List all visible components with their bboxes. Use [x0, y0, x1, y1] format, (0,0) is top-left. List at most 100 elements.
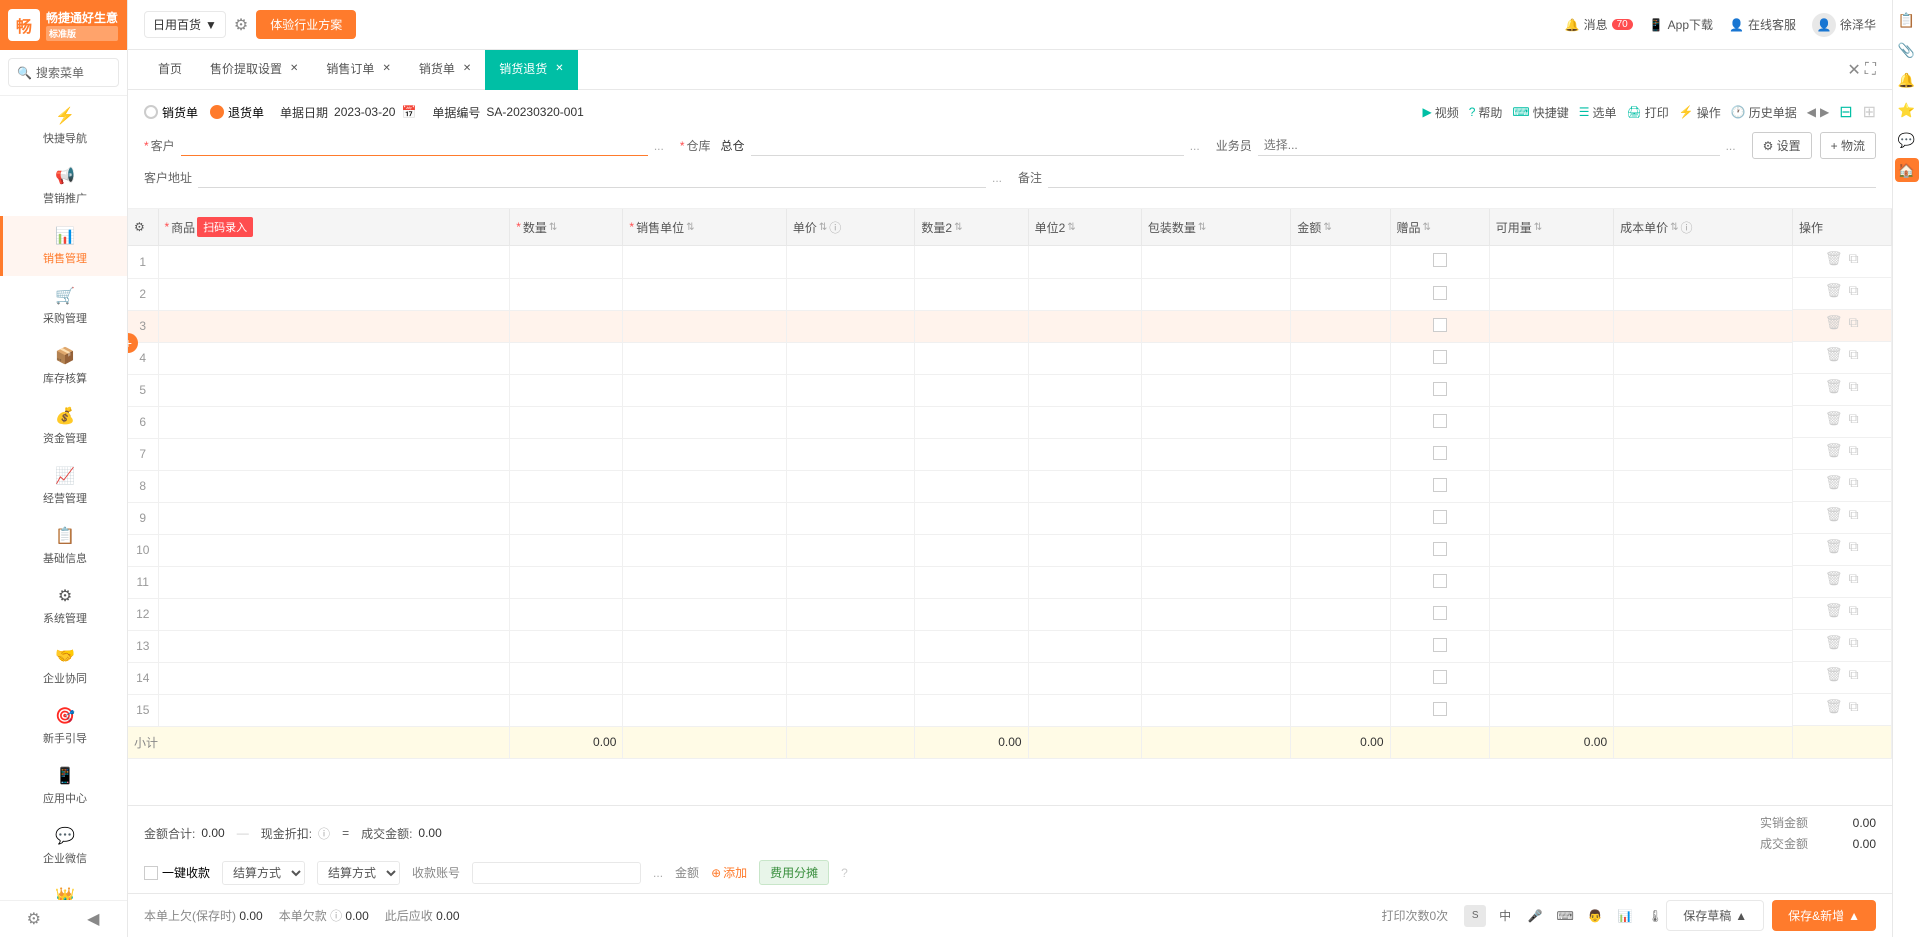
row-quantity2-2[interactable] [915, 278, 1028, 310]
row-quantity-12[interactable] [510, 598, 623, 630]
row-unit2-2[interactable] [1028, 278, 1141, 310]
copy-row-icon-13[interactable]: ⧉ [1849, 634, 1859, 657]
row-amount-6[interactable] [1291, 406, 1390, 438]
row-quantity2-4[interactable] [915, 342, 1028, 374]
row-product-3[interactable] [158, 310, 510, 342]
row-sales-unit-5[interactable] [623, 374, 786, 406]
row-available-6[interactable] [1489, 406, 1613, 438]
row-quantity-10[interactable] [510, 534, 623, 566]
row-amount-3[interactable] [1291, 310, 1390, 342]
row-gift-9[interactable] [1390, 502, 1489, 534]
radio-sales-delivery[interactable]: 销货单 [144, 104, 198, 121]
row-product-10[interactable] [158, 534, 510, 566]
close-all-tabs-button[interactable]: ✕ [1847, 60, 1860, 80]
row-quantity-4[interactable] [510, 342, 623, 374]
sidebar-item-app-center[interactable]: 📱 应用中心 [0, 756, 127, 816]
row-quantity2-15[interactable] [915, 694, 1028, 726]
sidebar-item-marketing[interactable]: 📢 营销推广 [0, 156, 127, 216]
sidebar-item-operations[interactable]: 📈 经营管理 [0, 456, 127, 516]
tool3-icon[interactable]: ⌨ [1554, 905, 1576, 927]
row-unit2-3[interactable] [1028, 310, 1141, 342]
copy-row-icon-7[interactable]: ⧉ [1849, 442, 1859, 465]
row-product-12[interactable] [158, 598, 510, 630]
right-icon-6[interactable]: 🏠 [1895, 158, 1919, 182]
row-quantity2-13[interactable] [915, 630, 1028, 662]
row-product-8[interactable] [158, 470, 510, 502]
row-available-13[interactable] [1489, 630, 1613, 662]
sidebar-item-member[interactable]: 👑 畅会员 [0, 876, 127, 900]
checkbox-one-click-pay[interactable] [144, 866, 158, 880]
warehouse-dots[interactable]: ... [1190, 139, 1200, 153]
sougou-icon[interactable]: S [1464, 905, 1486, 927]
row-gift-3[interactable] [1390, 310, 1489, 342]
row-amount-4[interactable] [1291, 342, 1390, 374]
row-available-10[interactable] [1489, 534, 1613, 566]
delete-row-icon-15[interactable]: 🗑 [1825, 698, 1843, 721]
row-unit2-13[interactable] [1028, 630, 1141, 662]
tool2-icon[interactable]: 🎤 [1524, 905, 1546, 927]
row-unit2-15[interactable] [1028, 694, 1141, 726]
row-package-qty-8[interactable] [1141, 470, 1290, 502]
sidebar-collapse-button[interactable]: ◀ [68, 909, 120, 929]
gift-checkbox-6[interactable] [1433, 414, 1447, 428]
search-menu-button[interactable]: 🔍 搜索菜单 [8, 58, 119, 87]
row-gift-1[interactable] [1390, 246, 1489, 279]
delete-row-icon-10[interactable]: 🗑 [1825, 538, 1843, 561]
row-amount-11[interactable] [1291, 566, 1390, 598]
note-input[interactable] [1048, 167, 1876, 188]
next-history-btn[interactable]: ▶ [1820, 105, 1829, 119]
row-gift-4[interactable] [1390, 342, 1489, 374]
delete-row-icon-4[interactable]: 🗑 [1825, 346, 1843, 369]
delete-row-icon-8[interactable]: 🗑 [1825, 474, 1843, 497]
salesperson-input[interactable] [1258, 135, 1720, 156]
row-quantity-7[interactable] [510, 438, 623, 470]
sidebar-item-wechat[interactable]: 💬 企业微信 [0, 816, 127, 876]
row-unit-price-11[interactable] [786, 566, 915, 598]
row-sales-unit-14[interactable] [623, 662, 786, 694]
row-sales-unit-12[interactable] [623, 598, 786, 630]
delete-row-icon-13[interactable]: 🗑 [1825, 634, 1843, 657]
row-package-qty-1[interactable] [1141, 246, 1290, 279]
row-available-12[interactable] [1489, 598, 1613, 630]
tool1-icon[interactable]: 中 [1494, 905, 1516, 927]
row-gift-14[interactable] [1390, 662, 1489, 694]
row-product-11[interactable] [158, 566, 510, 598]
copy-row-icon-1[interactable]: ⧉ [1849, 250, 1859, 273]
row-amount-8[interactable] [1291, 470, 1390, 502]
row-amount-5[interactable] [1291, 374, 1390, 406]
gift-checkbox-7[interactable] [1433, 446, 1447, 460]
row-unit-price-1[interactable] [786, 246, 915, 279]
row-product-1[interactable] [158, 246, 510, 279]
sidebar-item-inventory[interactable]: 📦 库存核算 [0, 336, 127, 396]
row-cost-price-5[interactable] [1614, 374, 1793, 406]
row-unit-price-13[interactable] [786, 630, 915, 662]
date-value[interactable]: 2023-03-20 [334, 105, 395, 119]
row-available-7[interactable] [1489, 438, 1613, 470]
shortcut-btn[interactable]: ⌨ 快捷键 [1512, 104, 1568, 121]
copy-row-icon-12[interactable]: ⧉ [1849, 602, 1859, 625]
row-unit-price-8[interactable] [786, 470, 915, 502]
tool4-icon[interactable]: 👨 [1584, 905, 1606, 927]
logistics-button[interactable]: + 物流 [1820, 132, 1876, 159]
sidebar-item-newbie[interactable]: 🎯 新手引导 [0, 696, 127, 756]
gift-checkbox-12[interactable] [1433, 606, 1447, 620]
delete-row-icon-9[interactable]: 🗑 [1825, 506, 1843, 529]
row-unit2-6[interactable] [1028, 406, 1141, 438]
copy-row-icon-15[interactable]: ⧉ [1849, 698, 1859, 721]
row-package-qty-13[interactable] [1141, 630, 1290, 662]
row-quantity-1[interactable] [510, 246, 623, 279]
row-unit-price-10[interactable] [786, 534, 915, 566]
row-available-11[interactable] [1489, 566, 1613, 598]
sidebar-item-purchase[interactable]: 🛒 采购管理 [0, 276, 127, 336]
row-unit-price-2[interactable] [786, 278, 915, 310]
copy-row-icon-3[interactable]: ⧉ [1849, 314, 1859, 337]
sidebar-item-shortcuts[interactable]: ⚡ 快捷导航 [0, 96, 127, 156]
row-quantity-2[interactable] [510, 278, 623, 310]
row-product-9[interactable] [158, 502, 510, 534]
row-gift-8[interactable] [1390, 470, 1489, 502]
row-amount-1[interactable] [1291, 246, 1390, 279]
tab-sales-delivery[interactable]: 销货单 ✕ [405, 50, 485, 90]
one-click-pay-checkbox[interactable]: 一键收款 [144, 864, 210, 881]
row-available-15[interactable] [1489, 694, 1613, 726]
row-unit2-12[interactable] [1028, 598, 1141, 630]
